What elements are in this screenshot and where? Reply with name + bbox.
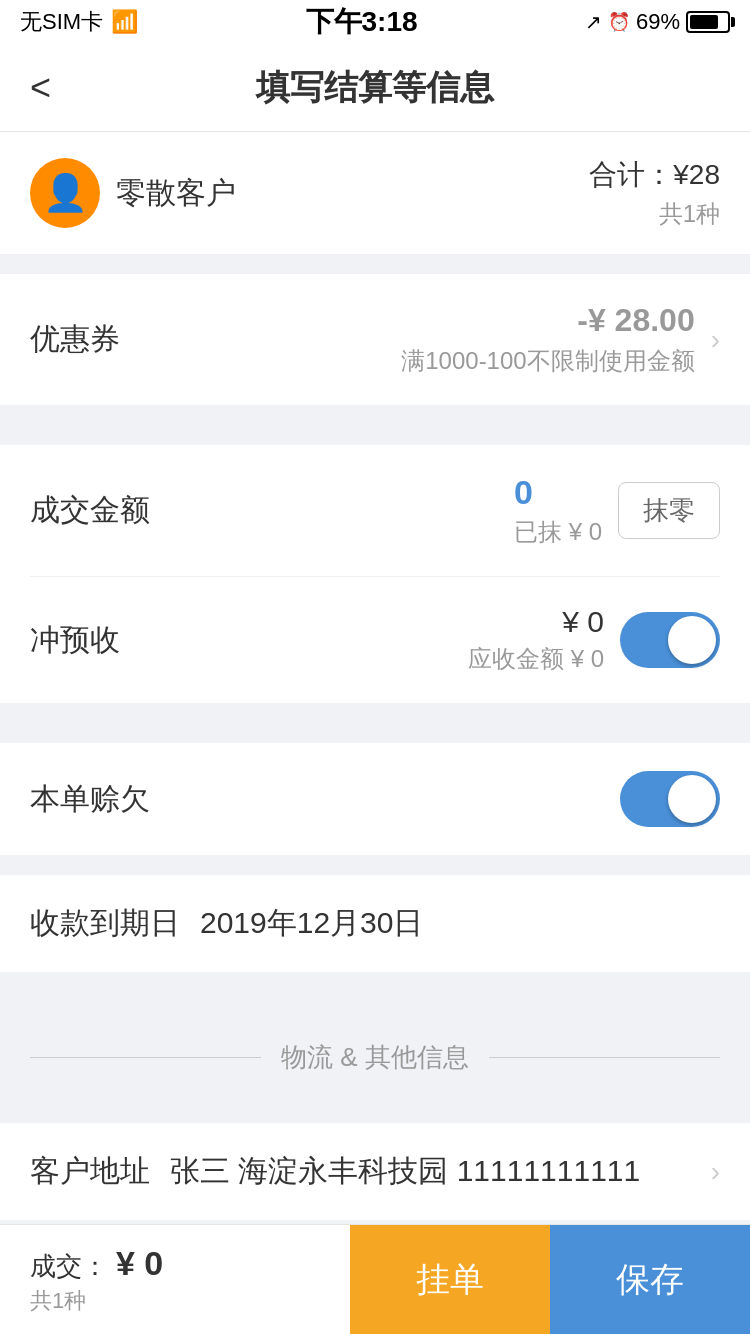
prereceipt-amount: ¥ 0 bbox=[468, 605, 604, 639]
customer-count: 共1种 bbox=[589, 198, 720, 230]
logistics-line-left bbox=[30, 1057, 261, 1058]
duedate-label: 收款到期日 bbox=[30, 903, 180, 944]
logistics-label: 物流 & 其他信息 bbox=[261, 1040, 489, 1075]
battery-percent: 69% bbox=[636, 9, 680, 35]
location-icon: ↗ bbox=[585, 10, 602, 34]
coupon-section[interactable]: 优惠券 -¥ 28.00 满1000-100不限制使用金额 › bbox=[0, 274, 750, 405]
prereceipt-toggle[interactable] bbox=[620, 612, 720, 668]
deal-amount-wrap: 0 已抹 ¥ 0 bbox=[514, 473, 602, 548]
avatar: 👤 bbox=[30, 158, 100, 228]
battery-icon bbox=[686, 11, 730, 33]
separator-2 bbox=[0, 723, 750, 743]
content: 👤 零散客户 合计：¥28 共1种 优惠券 -¥ 28.00 满1000-100… bbox=[0, 132, 750, 1334]
debt-toggle-knob bbox=[668, 775, 716, 823]
coupon-label: 优惠券 bbox=[30, 319, 120, 360]
status-right: ↗ ⏰ 69% bbox=[585, 9, 730, 35]
deal-amount-sub: 已抹 ¥ 0 bbox=[514, 516, 602, 548]
pending-button[interactable]: 挂单 bbox=[350, 1225, 550, 1335]
save-button[interactable]: 保存 bbox=[550, 1225, 750, 1335]
deal-section: 成交金额 0 已抹 ¥ 0 抹零 冲预收 ¥ 0 应收金额 ¥ 0 bbox=[0, 445, 750, 703]
toggle-knob bbox=[668, 616, 716, 664]
bottom-deal-amount: ¥ 0 bbox=[116, 1244, 163, 1283]
status-bar: 无SIM卡 📶 下午3:18 ↗ ⏰ 69% bbox=[0, 0, 750, 44]
customer-total: 合计：¥28 bbox=[589, 156, 720, 194]
customer-section: 👤 零散客户 合计：¥28 共1种 bbox=[0, 132, 750, 254]
address-left: 客户地址 张三 海淀永丰科技园 11111111111 bbox=[30, 1151, 640, 1192]
coupon-right: -¥ 28.00 满1000-100不限制使用金额 › bbox=[401, 302, 720, 377]
bottom-count: 共1种 bbox=[30, 1286, 320, 1316]
customer-name: 零散客户 bbox=[116, 173, 236, 214]
duedate-value: 2019年12月30日 bbox=[200, 903, 423, 944]
prereceipt-right: ¥ 0 应收金额 ¥ 0 bbox=[468, 605, 720, 675]
deal-amount-right: 0 已抹 ¥ 0 抹零 bbox=[514, 473, 720, 548]
alarm-icon: ⏰ bbox=[608, 11, 630, 33]
bottom-deal-row: 成交： ¥ 0 bbox=[30, 1244, 320, 1284]
status-left: 无SIM卡 📶 bbox=[20, 7, 138, 37]
wifi-icon: 📶 bbox=[111, 9, 138, 35]
bottom-bar: 成交： ¥ 0 共1种 挂单 保存 bbox=[0, 1224, 750, 1334]
avatar-icon: 👤 bbox=[43, 172, 88, 214]
logistics-line-right bbox=[489, 1057, 720, 1058]
status-time: 下午3:18 bbox=[306, 3, 418, 41]
prereceipt-info: ¥ 0 应收金额 ¥ 0 bbox=[468, 605, 604, 675]
customer-left: 👤 零散客户 bbox=[30, 158, 236, 228]
address-section[interactable]: 客户地址 张三 海淀永丰科技园 11111111111 › bbox=[0, 1123, 750, 1220]
debt-toggle[interactable] bbox=[620, 771, 720, 827]
prereceipt-row: 冲预收 ¥ 0 应收金额 ¥ 0 bbox=[30, 577, 720, 703]
chevron-right-icon: › bbox=[711, 324, 720, 356]
round-zero-button[interactable]: 抹零 bbox=[618, 482, 720, 539]
debt-section: 本单赊欠 bbox=[0, 743, 750, 855]
address-chevron-icon: › bbox=[711, 1156, 720, 1188]
debt-label: 本单赊欠 bbox=[30, 779, 150, 820]
page-title: 填写结算等信息 bbox=[256, 65, 494, 111]
coupon-detail: 满1000-100不限制使用金额 bbox=[401, 345, 694, 377]
customer-right: 合计：¥28 共1种 bbox=[589, 156, 720, 230]
separator-1 bbox=[0, 425, 750, 445]
bottom-deal-label: 成交： bbox=[30, 1249, 108, 1284]
bottom-info: 成交： ¥ 0 共1种 bbox=[0, 1244, 350, 1316]
prereceipt-label: 冲预收 bbox=[30, 620, 120, 661]
deal-amount-row: 成交金额 0 已抹 ¥ 0 抹零 bbox=[30, 445, 720, 577]
duedate-row: 收款到期日 2019年12月30日 bbox=[30, 903, 720, 944]
address-label: 客户地址 bbox=[30, 1151, 150, 1192]
back-button[interactable]: < bbox=[30, 67, 51, 109]
address-value: 张三 海淀永丰科技园 11111111111 bbox=[170, 1151, 640, 1192]
deal-amount-value: 0 bbox=[514, 473, 602, 512]
duedate-section: 收款到期日 2019年12月30日 bbox=[0, 875, 750, 972]
coupon-discount: -¥ 28.00 bbox=[401, 302, 694, 339]
signal-label: 无SIM卡 bbox=[20, 7, 103, 37]
coupon-info: -¥ 28.00 满1000-100不限制使用金额 bbox=[401, 302, 694, 377]
nav-bar: < 填写结算等信息 bbox=[0, 44, 750, 132]
deal-amount-label: 成交金额 bbox=[30, 490, 150, 531]
separator-3 bbox=[0, 992, 750, 1012]
logistics-section: 物流 & 其他信息 bbox=[0, 1012, 750, 1103]
prereceipt-sub: 应收金额 ¥ 0 bbox=[468, 643, 604, 675]
